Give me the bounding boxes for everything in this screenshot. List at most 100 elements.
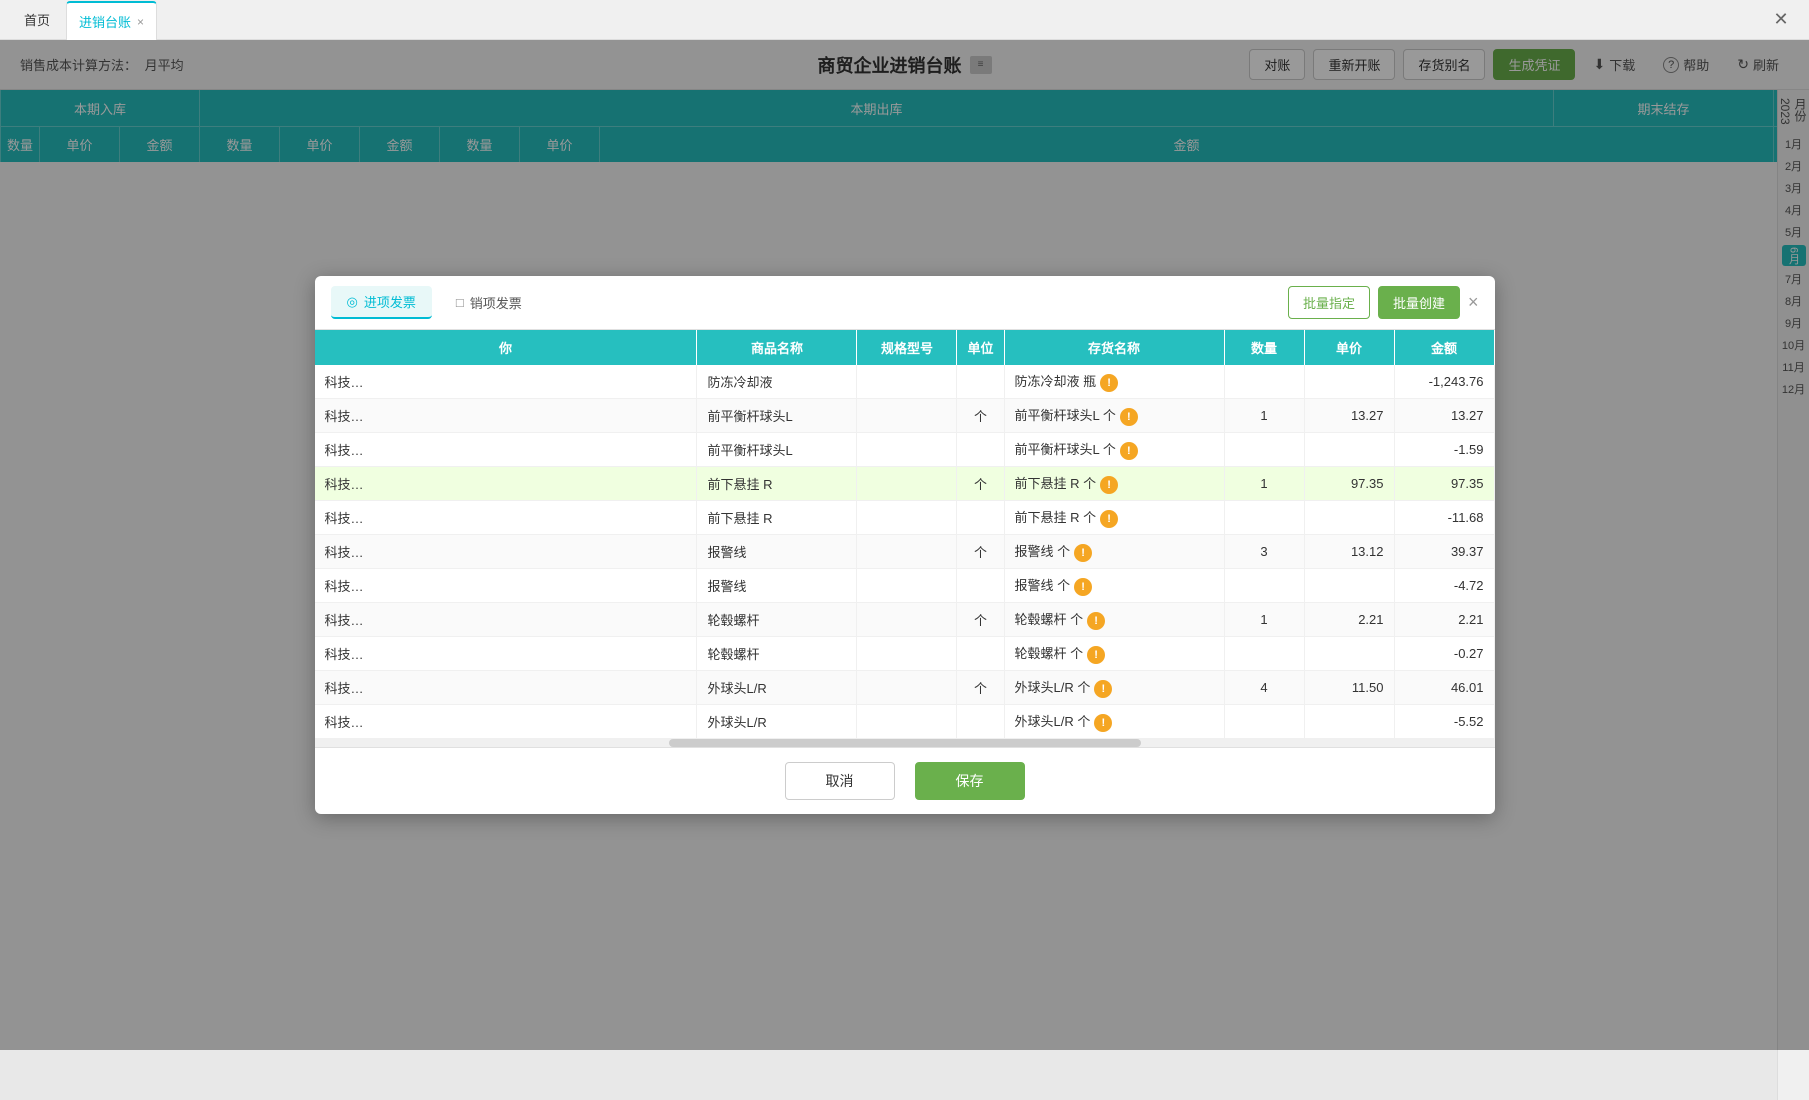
table-header-row: 你 商品名称 规格型号 单位 存货名称 数量 单价 金额 [315, 330, 1495, 365]
warning-icon: ! [1120, 442, 1138, 460]
cell-company: 科技… [315, 433, 697, 467]
table-row[interactable]: 科技… 报警线 个 报警线 个! 3 13.12 39.37 [315, 535, 1495, 569]
warning-icon: ! [1100, 510, 1118, 528]
cell-unit-price [1304, 365, 1394, 399]
cell-unit-price [1304, 705, 1394, 739]
cell-quantity: 1 [1224, 467, 1304, 501]
cell-spec [857, 569, 957, 603]
cell-spec [857, 467, 957, 501]
cell-unit-price [1304, 433, 1394, 467]
cell-amount: 97.35 [1394, 467, 1494, 501]
warning-icon: ! [1100, 476, 1118, 494]
tab-home[interactable]: 首页 [8, 0, 66, 40]
tab-outgoing-invoice[interactable]: □ 销项发票 [440, 287, 538, 318]
cell-quantity: 1 [1224, 399, 1304, 433]
cell-unit [957, 569, 1004, 603]
window-close-button[interactable]: ✕ [1761, 0, 1801, 40]
cancel-button[interactable]: 取消 [785, 762, 895, 800]
cell-unit: 个 [957, 603, 1004, 637]
cell-unit-price: 11.50 [1304, 671, 1394, 705]
table-row[interactable]: 科技… 前下悬挂 R 前下悬挂 R 个! -11.68 [315, 501, 1495, 535]
th-inventory: 存货名称 [1004, 330, 1224, 365]
cell-spec [857, 603, 957, 637]
cell-product: 报警线 [697, 535, 857, 569]
cell-product: 前平衡杆球头L [697, 433, 857, 467]
save-button[interactable]: 保存 [915, 762, 1025, 800]
cell-spec [857, 399, 957, 433]
table-row[interactable]: 科技… 防冻冷却液 防冻冷却液 瓶! -1,243.76 [315, 365, 1495, 399]
tab-active-label: 进销台账 [79, 12, 131, 31]
cell-unit-price: 13.12 [1304, 535, 1394, 569]
cell-inventory: 报警线 个! [1004, 569, 1224, 603]
cell-product: 防冻冷却液 [697, 365, 857, 399]
table-row[interactable]: 科技… 前下悬挂 R 个 前下悬挂 R 个! 1 97.35 97.35 [315, 467, 1495, 501]
table-row[interactable]: 科技… 外球头L/R 外球头L/R 个! -5.52 [315, 705, 1495, 739]
warning-icon: ! [1074, 578, 1092, 596]
cell-unit-price [1304, 501, 1394, 535]
modal-close-button[interactable]: × [1468, 292, 1479, 313]
cell-amount: 46.01 [1394, 671, 1494, 705]
warning-icon: ! [1120, 408, 1138, 426]
cell-amount: 13.27 [1394, 399, 1494, 433]
th-product: 商品名称 [697, 330, 857, 365]
batch-assign-button[interactable]: 批量指定 [1288, 286, 1370, 319]
cell-unit [957, 433, 1004, 467]
cell-company: 科技… [315, 365, 697, 399]
tab-incoming-invoice[interactable]: ◎ 进项发票 [331, 286, 432, 319]
cell-amount: -5.52 [1394, 705, 1494, 739]
invoice-table: 你 商品名称 规格型号 单位 存货名称 数量 单价 金额 科技… 防冻冷却液 [315, 330, 1495, 739]
modal-table-area: 你 商品名称 规格型号 单位 存货名称 数量 单价 金额 科技… 防冻冷却液 [315, 330, 1495, 739]
cell-quantity: 1 [1224, 603, 1304, 637]
cell-inventory: 前平衡杆球头L 个! [1004, 399, 1224, 433]
cell-quantity [1224, 501, 1304, 535]
batch-create-button[interactable]: 批量创建 [1378, 286, 1460, 319]
cell-amount: 39.37 [1394, 535, 1494, 569]
cell-company: 科技… [315, 569, 697, 603]
cell-company: 科技… [315, 399, 697, 433]
cell-inventory: 外球头L/R 个! [1004, 671, 1224, 705]
cell-product: 报警线 [697, 569, 857, 603]
cell-quantity: 3 [1224, 535, 1304, 569]
warning-icon: ! [1087, 612, 1105, 630]
cell-inventory: 前下悬挂 R 个! [1004, 467, 1224, 501]
modal-dialog: ◎ 进项发票 □ 销项发票 批量指定 批量创建 × [315, 276, 1495, 814]
cell-spec [857, 535, 957, 569]
table-row[interactable]: 科技… 轮毂螺杆 个 轮毂螺杆 个! 1 2.21 2.21 [315, 603, 1495, 637]
cell-amount: -1.59 [1394, 433, 1494, 467]
th-company: 你 [315, 330, 697, 365]
th-unit-price: 单价 [1304, 330, 1394, 365]
cell-product: 前下悬挂 R [697, 467, 857, 501]
cell-amount: -1,243.76 [1394, 365, 1494, 399]
modal-overlay: ◎ 进项发票 □ 销项发票 批量指定 批量创建 × [0, 40, 1809, 1050]
cell-amount: -0.27 [1394, 637, 1494, 671]
cell-spec [857, 433, 957, 467]
table-row[interactable]: 科技… 外球头L/R 个 外球头L/R 个! 4 11.50 46.01 [315, 671, 1495, 705]
cell-spec [857, 671, 957, 705]
cell-quantity [1224, 637, 1304, 671]
cell-quantity [1224, 433, 1304, 467]
cell-unit [957, 501, 1004, 535]
cell-unit: 个 [957, 399, 1004, 433]
cell-product: 外球头L/R [697, 705, 857, 739]
outgoing-icon: □ [456, 295, 464, 310]
table-row[interactable]: 科技… 轮毂螺杆 轮毂螺杆 个! -0.27 [315, 637, 1495, 671]
cell-product: 前平衡杆球头L [697, 399, 857, 433]
cell-amount: -11.68 [1394, 501, 1494, 535]
table-row[interactable]: 科技… 前平衡杆球头L 个 前平衡杆球头L 个! 1 13.27 13.27 [315, 399, 1495, 433]
incoming-icon: ◎ [347, 294, 358, 310]
modal-scrollbar-thumb[interactable] [669, 739, 1141, 747]
cell-unit: 个 [957, 671, 1004, 705]
cell-unit-price: 97.35 [1304, 467, 1394, 501]
warning-icon: ! [1094, 680, 1112, 698]
table-row[interactable]: 科技… 前平衡杆球头L 前平衡杆球头L 个! -1.59 [315, 433, 1495, 467]
cell-unit: 个 [957, 467, 1004, 501]
table-row[interactable]: 科技… 报警线 报警线 个! -4.72 [315, 569, 1495, 603]
cell-amount: 2.21 [1394, 603, 1494, 637]
tab-close-icon[interactable]: × [137, 15, 144, 29]
modal-scrollbar[interactable] [315, 739, 1495, 747]
cell-quantity [1224, 365, 1304, 399]
warning-icon: ! [1087, 646, 1105, 664]
cell-quantity [1224, 569, 1304, 603]
tab-active[interactable]: 进销台账 × [66, 1, 157, 41]
cell-amount: -4.72 [1394, 569, 1494, 603]
